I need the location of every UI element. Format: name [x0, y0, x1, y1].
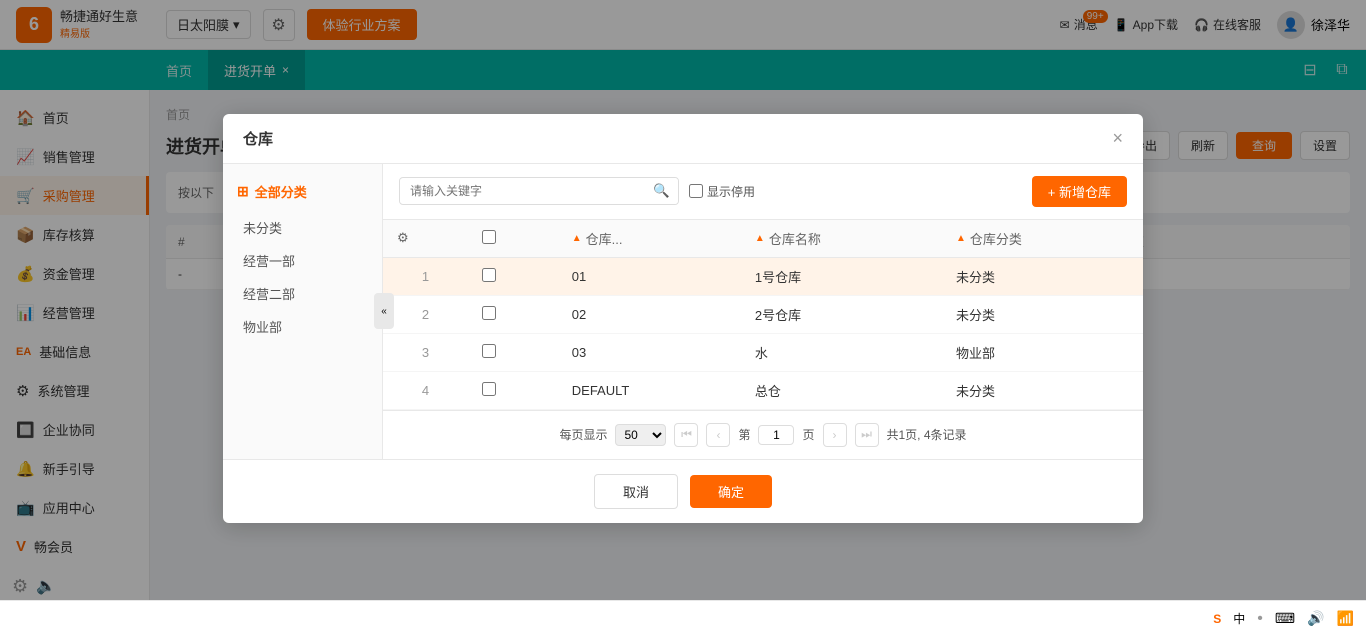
row1-index: 1: [383, 257, 468, 295]
modal-close-btn[interactable]: ×: [1112, 128, 1123, 149]
category-all-label[interactable]: 全部分类: [255, 182, 307, 201]
dot-icon: •: [1257, 610, 1263, 628]
collapse-arrow-icon: «: [381, 306, 387, 317]
row3-code: 03: [558, 333, 741, 371]
speaker-icon[interactable]: 🔊: [1307, 610, 1324, 627]
sort-icon3: ▲: [956, 233, 966, 244]
warehouse-modal: 仓库 × ⊞ 全部分类 « 未分类 经营一部 经营二部 物业部: [223, 114, 1143, 523]
col-gear: ⚙: [383, 220, 468, 258]
modal-header: 仓库 ×: [223, 114, 1143, 164]
row3-index: 3: [383, 333, 468, 371]
row4-name: 总仓: [741, 371, 942, 409]
search-input[interactable]: [400, 179, 645, 203]
row1-code: 01: [558, 257, 741, 295]
col-name-label: 仓库名称: [769, 229, 821, 248]
show-disabled-wrap: 显示停用: [689, 183, 755, 200]
page-prev-btn[interactable]: ‹: [706, 423, 730, 447]
sort-icon2: ▲: [755, 233, 765, 244]
page-input[interactable]: [758, 425, 794, 445]
show-disabled-label: 显示停用: [707, 183, 755, 200]
modal-cat-property[interactable]: 物业部: [223, 310, 382, 343]
table-row-3[interactable]: 3 03 水 物业部: [383, 333, 1143, 371]
row3-name: 水: [741, 333, 942, 371]
row4-checkbox[interactable]: [468, 371, 558, 409]
network-icon: 📶: [1337, 610, 1354, 627]
per-page-label: 每页显示: [559, 426, 607, 443]
modal-table-wrap: ⚙ ▲ 仓库...: [383, 220, 1143, 410]
modal-category-header: ⊞ 全部分类: [223, 176, 382, 211]
col-category[interactable]: ▲ 仓库分类: [942, 220, 1143, 258]
row1-name: 1号仓库: [741, 257, 942, 295]
sort-icon: ▲: [572, 233, 582, 244]
col-checkbox: [468, 220, 558, 258]
per-page-select[interactable]: 50 20 100: [615, 424, 666, 446]
cancel-btn[interactable]: 取消: [594, 474, 678, 509]
search-icon-btn[interactable]: 🔍: [645, 178, 678, 204]
col-category-label: 仓库分类: [970, 229, 1022, 248]
col-name[interactable]: ▲ 仓库名称: [741, 220, 942, 258]
row1-checkbox[interactable]: [468, 257, 558, 295]
row2-name: 2号仓库: [741, 295, 942, 333]
row2-index: 2: [383, 295, 468, 333]
ime-label[interactable]: 中: [1233, 610, 1245, 627]
confirm-btn[interactable]: 确定: [690, 475, 772, 508]
sidebar-collapse-btn[interactable]: «: [374, 293, 394, 329]
show-disabled-checkbox[interactable]: [689, 184, 703, 198]
row1-category: 未分类: [942, 257, 1143, 295]
table-row-4[interactable]: 4 DEFAULT 总仓 未分类: [383, 371, 1143, 409]
row3-category: 物业部: [942, 333, 1143, 371]
ime-zh-icon[interactable]: S: [1213, 612, 1221, 626]
modal-overlay: 仓库 × ⊞ 全部分类 « 未分类 经营一部 经营二部 物业部: [0, 0, 1366, 636]
page-last-btn[interactable]: ⏭: [855, 423, 879, 447]
page-first-btn[interactable]: ⏮: [674, 423, 698, 447]
row2-checkbox[interactable]: [468, 295, 558, 333]
select-all-checkbox[interactable]: [482, 230, 496, 244]
modal-pagination: 每页显示 50 20 100 ⏮ ‹ 第 页 › ⏭ 共1页, 4条记录: [383, 410, 1143, 459]
total-label: 共1页, 4条记录: [887, 426, 967, 443]
modal-body: ⊞ 全部分类 « 未分类 经营一部 经营二部 物业部: [223, 164, 1143, 459]
warehouse-table: ⚙ ▲ 仓库...: [383, 220, 1143, 410]
page-suffix: 页: [802, 426, 814, 443]
page-next-btn[interactable]: ›: [823, 423, 847, 447]
row4-code: DEFAULT: [558, 371, 741, 409]
modal-cat-dept2[interactable]: 经营二部: [223, 277, 382, 310]
search-wrap: 🔍: [399, 177, 679, 205]
modal-cat-unclassified[interactable]: 未分类: [223, 211, 382, 244]
new-warehouse-btn[interactable]: + 新增仓库: [1032, 176, 1127, 207]
row3-checkbox[interactable]: [468, 333, 558, 371]
modal-content-area: 🔍 显示停用 + 新增仓库 ⚙: [383, 164, 1143, 459]
page-label: 第: [738, 426, 750, 443]
table-row-2[interactable]: 2 02 2号仓库 未分类: [383, 295, 1143, 333]
row4-index: 4: [383, 371, 468, 409]
modal-toolbar: 🔍 显示停用 + 新增仓库: [383, 164, 1143, 220]
keyboard-icon[interactable]: ⌨: [1275, 610, 1295, 627]
grid-icon: ⊞: [237, 183, 249, 200]
row2-code: 02: [558, 295, 741, 333]
modal-category-sidebar: ⊞ 全部分类 « 未分类 经营一部 经营二部 物业部: [223, 164, 383, 459]
row4-category: 未分类: [942, 371, 1143, 409]
col-code-label: 仓库...: [586, 229, 623, 248]
modal-cat-dept1[interactable]: 经营一部: [223, 244, 382, 277]
row2-category: 未分类: [942, 295, 1143, 333]
modal-footer: 取消 确定: [223, 459, 1143, 523]
bottom-bar: S 中 • ⌨ 🔊 📶: [0, 600, 1366, 636]
modal-title: 仓库: [243, 128, 273, 149]
table-row-1[interactable]: 1 01 1号仓库 未分类: [383, 257, 1143, 295]
col-code[interactable]: ▲ 仓库...: [558, 220, 741, 258]
